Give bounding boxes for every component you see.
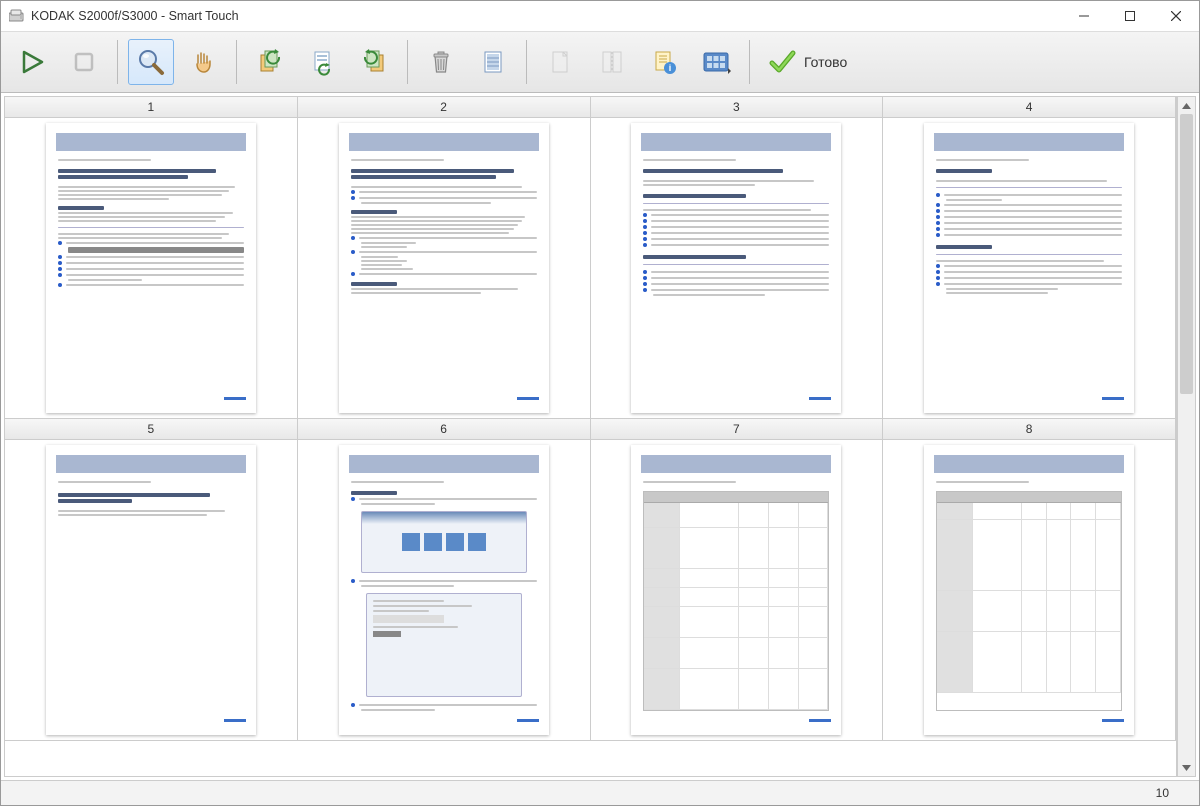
toolbar-separator: [236, 40, 237, 84]
thumbnail-cell[interactable]: 1: [5, 97, 298, 419]
page-number: 3: [591, 97, 883, 118]
page-thumbnail: [46, 445, 256, 735]
page-properties-button[interactable]: i: [641, 39, 687, 85]
status-bar: 10: [1, 780, 1199, 805]
toolbar-separator: [117, 40, 118, 84]
minimize-button[interactable]: [1061, 1, 1107, 31]
rescan-button[interactable]: [470, 39, 516, 85]
page-thumbnail: [924, 445, 1134, 735]
rotate-left-button[interactable]: [247, 39, 293, 85]
thumbnail-view-button[interactable]: [693, 39, 739, 85]
scroll-thumb[interactable]: [1180, 114, 1193, 394]
thumbnail-cell[interactable]: 7: [591, 419, 884, 741]
page-number: 5: [5, 419, 297, 440]
rotate-right-button[interactable]: [351, 39, 397, 85]
total-pages: 10: [1156, 786, 1169, 800]
svg-text:i: i: [669, 63, 672, 73]
thumbnail-cell[interactable]: 4: [883, 97, 1176, 419]
toolbar-separator: [749, 40, 750, 84]
page-number: 2: [298, 97, 590, 118]
page-number: 6: [298, 419, 590, 440]
vertical-scrollbar[interactable]: [1177, 96, 1196, 777]
split-page-button[interactable]: [589, 39, 635, 85]
thumbnail-cell[interactable]: 6: [298, 419, 591, 741]
toolbar-separator: [526, 40, 527, 84]
page-number: 4: [883, 97, 1175, 118]
rotate-page-button[interactable]: [299, 39, 345, 85]
content-area: 1: [1, 93, 1199, 780]
scan-start-button[interactable]: [9, 39, 55, 85]
zoom-button[interactable]: [128, 39, 174, 85]
delete-button[interactable]: [418, 39, 464, 85]
page-thumbnail: [339, 445, 549, 735]
toolbar: i Готово: [1, 32, 1199, 93]
scan-stop-button: [61, 39, 107, 85]
maximize-button[interactable]: [1107, 1, 1153, 31]
page-thumbnail: [46, 123, 256, 413]
thumbnail-grid[interactable]: 1: [4, 96, 1177, 777]
page-number: 7: [591, 419, 883, 440]
page-number: 1: [5, 97, 297, 118]
window-title: KODAK S2000f/S3000 - Smart Touch: [31, 9, 239, 23]
thumbnail-cell[interactable]: 3: [591, 97, 884, 419]
scroll-track[interactable]: [1178, 114, 1195, 759]
page-number: 8: [883, 419, 1175, 440]
done-button[interactable]: Готово: [760, 40, 855, 84]
blank-page-button[interactable]: [537, 39, 583, 85]
scroll-up-button[interactable]: [1178, 97, 1195, 114]
page-thumbnail: [339, 123, 549, 413]
scroll-down-button[interactable]: [1178, 759, 1195, 776]
app-icon: [9, 9, 25, 23]
page-thumbnail: [631, 123, 841, 413]
close-button[interactable]: [1153, 1, 1199, 31]
pan-button[interactable]: [180, 39, 226, 85]
thumbnail-cell[interactable]: 2: [298, 97, 591, 419]
titlebar: KODAK S2000f/S3000 - Smart Touch: [1, 1, 1199, 32]
thumbnail-cell[interactable]: 8: [883, 419, 1176, 741]
page-thumbnail: [924, 123, 1134, 413]
app-window: KODAK S2000f/S3000 - Smart Touch: [0, 0, 1200, 806]
done-label: Готово: [804, 54, 847, 70]
toolbar-separator: [407, 40, 408, 84]
page-thumbnail: [631, 445, 841, 735]
thumbnail-cell[interactable]: 5: [5, 419, 298, 741]
